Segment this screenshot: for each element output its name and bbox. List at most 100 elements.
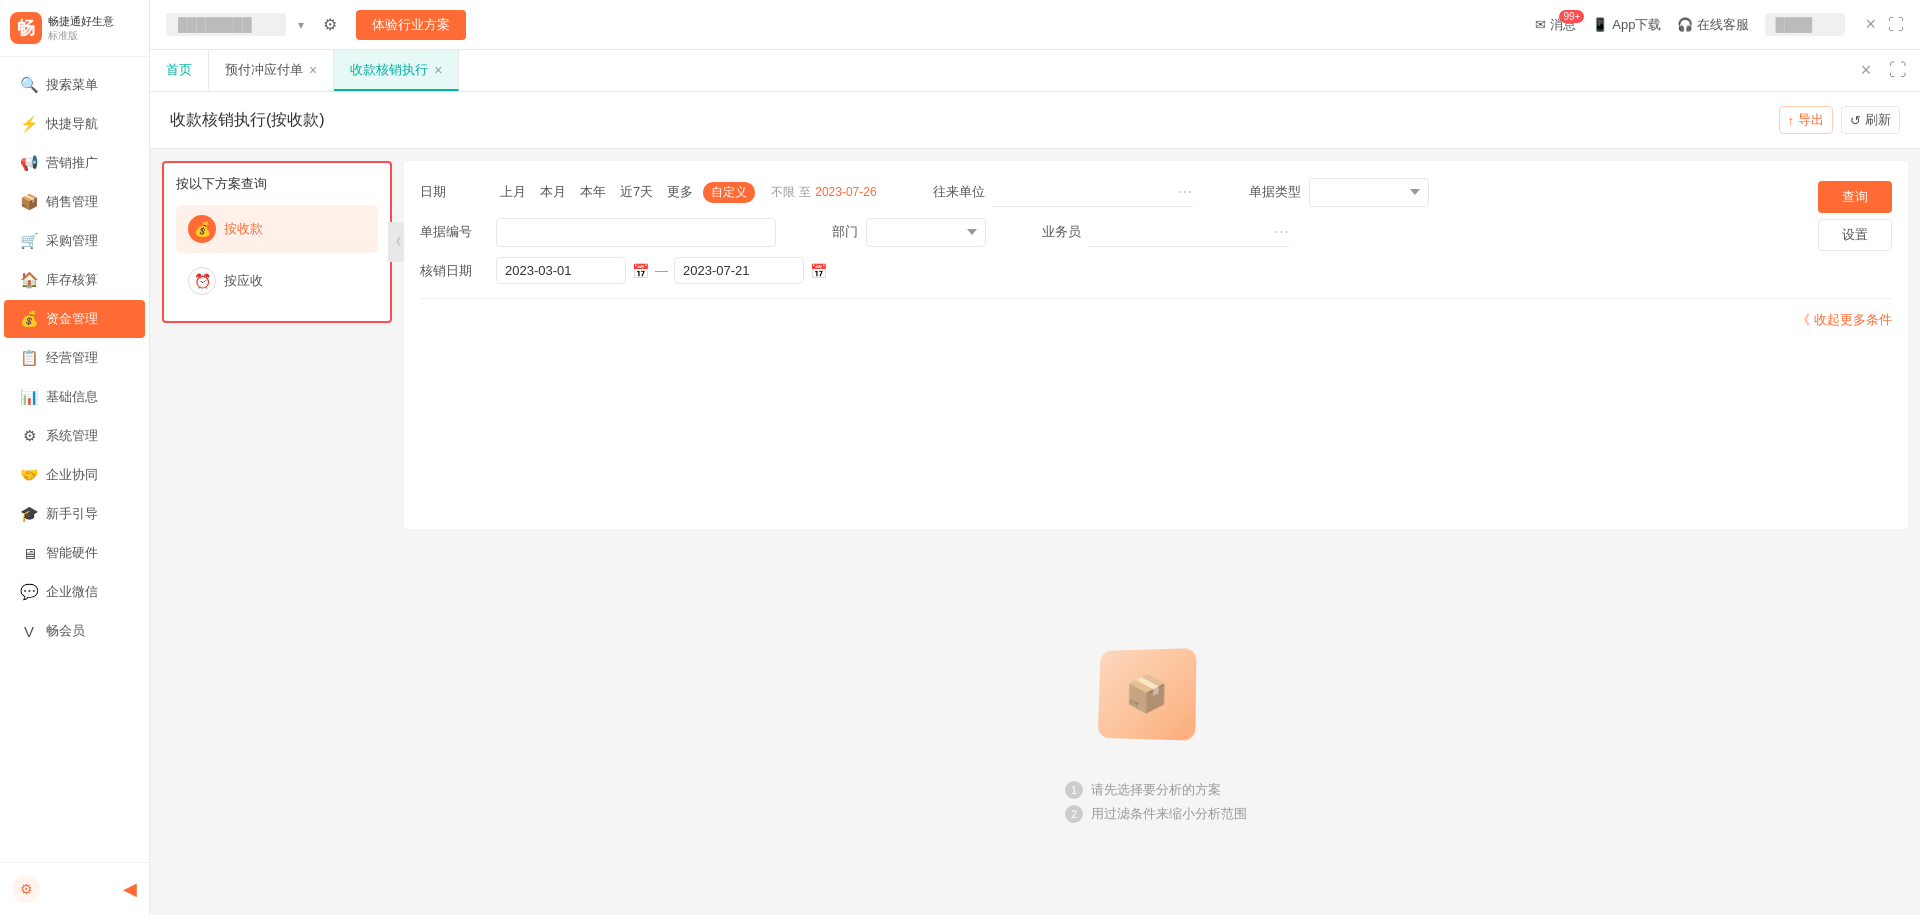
sidebar: 畅 畅捷通好生意 标准版 🔍 搜索菜单 ⚡ 快捷导航 📢 营销推广 📦 销售管理… (0, 0, 150, 915)
nav-icon-hardware: 🖥 (20, 544, 38, 562)
sidebar-item-inventory[interactable]: 🏠 库存核算 (4, 261, 145, 299)
topbar-message-btn[interactable]: ✉ 消息 99+ (1535, 16, 1576, 34)
export-icon: ↑ (1788, 113, 1795, 128)
verify-start-cal-icon[interactable]: 📅 (632, 263, 649, 279)
date-end-value: 2023-07-26 (815, 185, 876, 199)
tabbar-actions: × ⛶ (1852, 50, 1920, 91)
logo-badge: 标准版 (48, 29, 114, 43)
refresh-button[interactable]: ↺ 刷新 (1841, 106, 1900, 134)
search-form: 日期 上月 本月 本年 近7天 更多 自定义 (404, 161, 1908, 529)
tip-1-num: 1 (1065, 781, 1083, 799)
verify-start-input[interactable] (496, 257, 626, 284)
counterpart-field[interactable]: ··· (993, 177, 1193, 207)
sidebar-item-member[interactable]: V 畅会员 (4, 612, 145, 650)
empty-state: 📦 1 请先选择要分析的方案 2 用过滤条件来缩小分析范围 (404, 529, 1908, 905)
date-btn-this-month[interactable]: 本月 (536, 181, 570, 203)
date-btn-more[interactable]: 更多 (663, 181, 697, 203)
date-btn-this-year[interactable]: 本年 (576, 181, 610, 203)
bill-no-label: 单据编号 (420, 223, 480, 241)
export-button[interactable]: ↑ 导出 (1779, 106, 1834, 134)
counterpart-dots[interactable]: ··· (1178, 181, 1193, 202)
bill-no-input[interactable] (496, 218, 776, 247)
app-label: App下载 (1612, 16, 1661, 34)
sidebar-item-wechat[interactable]: 💬 企业微信 (4, 573, 145, 611)
topbar-service-btn[interactable]: 🎧 在线客服 (1677, 16, 1749, 34)
topbar-app-btn[interactable]: 📱 App下载 (1592, 16, 1661, 34)
tip-1-text: 请先选择要分析的方案 (1091, 781, 1221, 799)
sidebar-item-sales[interactable]: 📦 销售管理 (4, 183, 145, 221)
nav-label-quick: 快捷导航 (46, 115, 98, 133)
nav-icon-sales: 📦 (20, 193, 38, 211)
filter-receipt-label: 按收款 (224, 220, 263, 238)
nav-label-operation: 经营管理 (46, 349, 98, 367)
tab-collect[interactable]: 收款核销执行 × (334, 50, 459, 91)
sidebar-item-marketing[interactable]: 📢 营销推广 (4, 144, 145, 182)
nav-label-guide: 新手引导 (46, 505, 98, 523)
date-unlimited: 不限 (771, 184, 795, 201)
nav-icon-basic: 📊 (20, 388, 38, 406)
sidebar-item-system[interactable]: ⚙ 系统管理 (4, 417, 145, 455)
staff-label: 业务员 (1042, 223, 1081, 241)
sidebar-collapse-btn[interactable]: ◀ (123, 878, 137, 900)
date-label: 日期 (420, 183, 480, 201)
staff-field[interactable]: ··· (1089, 217, 1289, 247)
sidebar-item-purchase[interactable]: 🛒 采购管理 (4, 222, 145, 260)
filter-by-receivable[interactable]: ⏰ 按应收 (176, 257, 378, 305)
topbar-gear-icon[interactable]: ⚙ (316, 11, 344, 39)
tab-prepay[interactable]: 预付冲应付单 × (209, 50, 334, 91)
logo-title: 畅捷通好生意 (48, 14, 114, 29)
sidebar-item-finance[interactable]: 💰 资金管理 (4, 300, 145, 338)
tabbar-close-icon[interactable]: × (1852, 57, 1880, 85)
dept-select[interactable] (866, 218, 986, 247)
topbar-expand-icon[interactable]: ⛶ (1888, 16, 1904, 34)
tab-home[interactable]: 首页 (150, 50, 209, 91)
search-btn-col: 查询 设置 (1818, 177, 1892, 251)
filter-title: 按以下方案查询 (176, 175, 378, 193)
date-btn-7days[interactable]: 近7天 (616, 181, 657, 203)
sidebar-item-search[interactable]: 🔍 搜索菜单 (4, 66, 145, 104)
solution-button[interactable]: 体验行业方案 (356, 10, 466, 40)
bill-row: 单据编号 部门 业务员 (420, 217, 1802, 247)
verify-date-inputs: 📅 — 📅 (496, 257, 827, 284)
collapse-more-btn[interactable]: 《 收起更多条件 (420, 303, 1892, 337)
staff-group: 业务员 ··· (1042, 217, 1289, 247)
filter-by-receipt[interactable]: 💰 按收款 (176, 205, 378, 253)
staff-dots[interactable]: ··· (1274, 221, 1289, 242)
tab-prepay-close[interactable]: × (309, 63, 317, 77)
date-btn-custom[interactable]: 自定义 (703, 182, 755, 203)
setting-button[interactable]: 设置 (1818, 219, 1892, 251)
search-row-1: 日期 上月 本月 本年 近7天 更多 自定义 (420, 177, 1892, 294)
nav-icon-system: ⚙ (20, 427, 38, 445)
topbar-close-icon[interactable]: × (1865, 14, 1876, 35)
sidebar-item-operation[interactable]: 📋 经营管理 (4, 339, 145, 377)
sidebar-settings-icon[interactable]: ⚙ (12, 875, 40, 903)
nav-label-purchase: 采购管理 (46, 232, 98, 250)
bill-type-select[interactable] (1309, 178, 1429, 207)
query-button[interactable]: 查询 (1818, 181, 1892, 213)
verify-date-separator: — (655, 263, 668, 278)
logo-text-block: 畅捷通好生意 标准版 (48, 14, 114, 43)
sidebar-item-hardware[interactable]: 🖥 智能硬件 (4, 534, 145, 572)
sidebar-item-enterprise[interactable]: 🤝 企业协同 (4, 456, 145, 494)
nav-label-marketing: 营销推广 (46, 154, 98, 172)
sidebar-item-basic[interactable]: 📊 基础信息 (4, 378, 145, 416)
tabbar-expand-icon[interactable]: ⛶ (1884, 57, 1912, 85)
nav-label-basic: 基础信息 (46, 388, 98, 406)
sidebar-item-quick[interactable]: ⚡ 快捷导航 (4, 105, 145, 143)
tab-prepay-label: 预付冲应付单 (225, 61, 303, 79)
date-btn-last-month[interactable]: 上月 (496, 181, 530, 203)
topbar-dropdown-icon[interactable]: ▾ (298, 18, 304, 32)
verify-end-input[interactable] (674, 257, 804, 284)
nav-label-member: 畅会员 (46, 622, 85, 640)
nav-label-system: 系统管理 (46, 427, 98, 445)
filter-panel: 按以下方案查询 💰 按收款 ⏰ 按应收 《 (162, 161, 392, 904)
filter-collapse-btn[interactable]: 《 (388, 222, 404, 262)
nav-label-sales: 销售管理 (46, 193, 98, 211)
verify-date-label: 核销日期 (420, 262, 480, 280)
sidebar-item-guide[interactable]: 🎓 新手引导 (4, 495, 145, 533)
nav-icon-quick: ⚡ (20, 115, 38, 133)
tab-collect-close[interactable]: × (434, 63, 442, 77)
empty-tip-2: 2 用过滤条件来缩小分析范围 (1065, 805, 1247, 823)
bill-type-group: 单据类型 (1249, 178, 1429, 207)
verify-end-cal-icon[interactable]: 📅 (810, 263, 827, 279)
